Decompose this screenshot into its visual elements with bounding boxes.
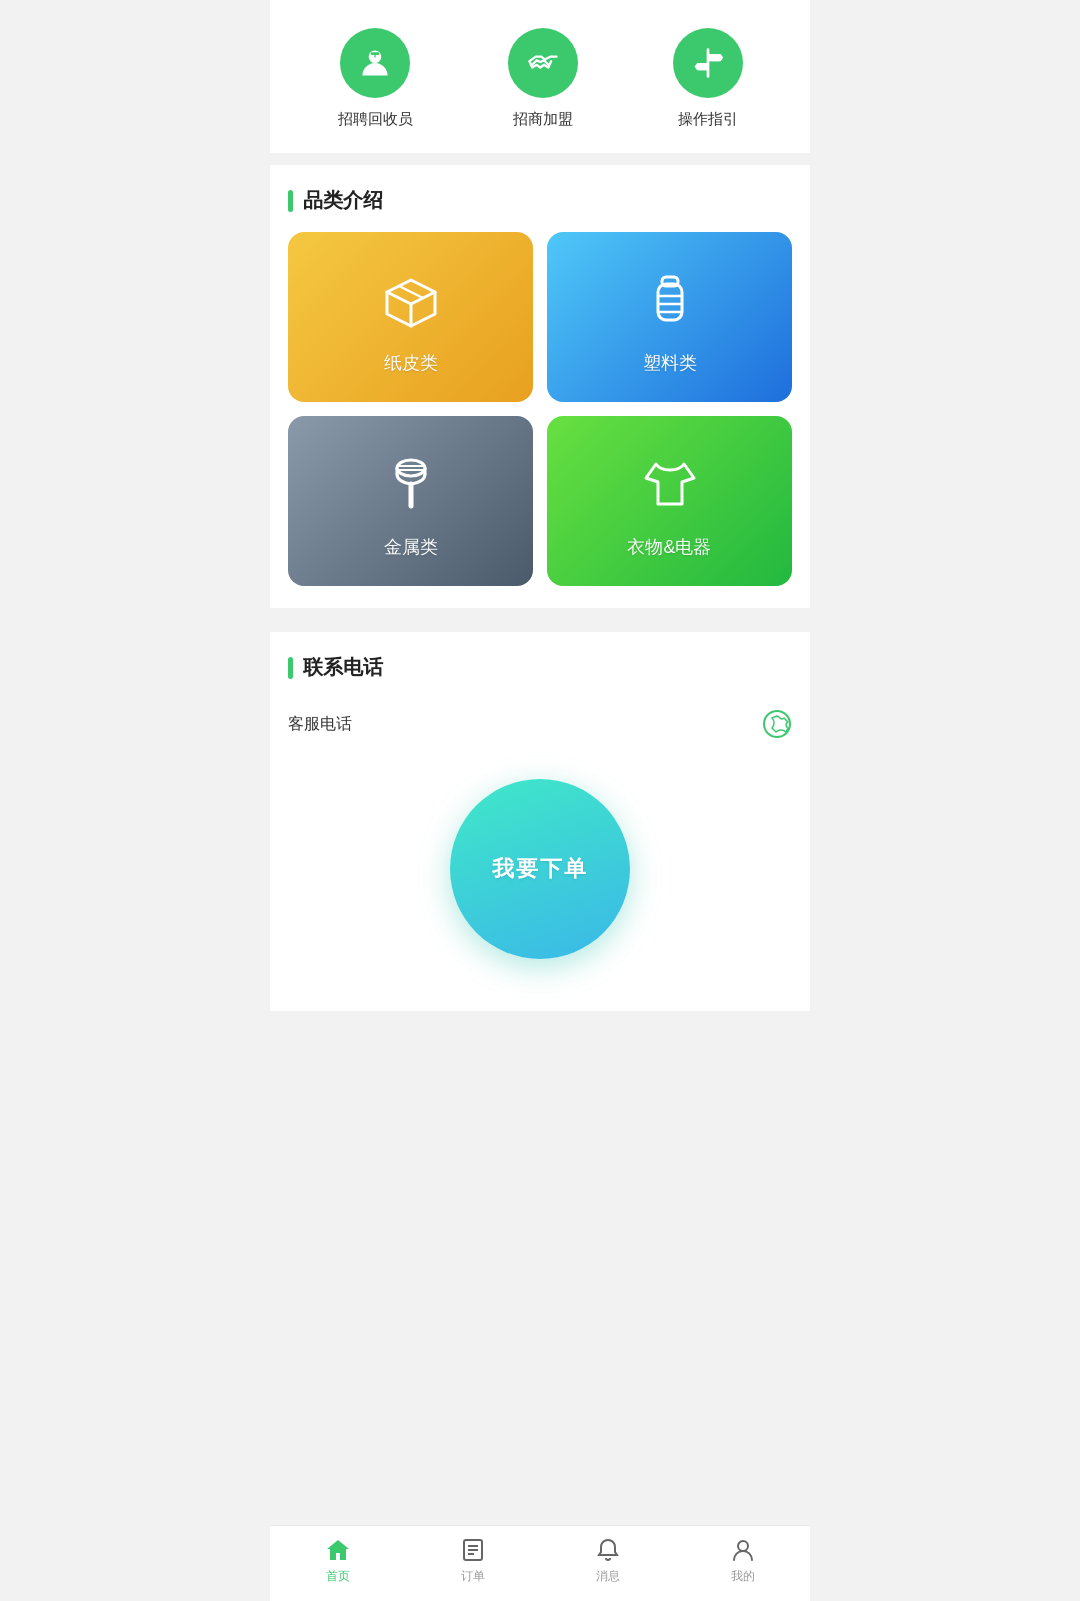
quick-action-franchise[interactable]: 招商加盟 bbox=[508, 28, 578, 129]
nav-item-home[interactable]: 首页 bbox=[270, 1536, 405, 1585]
franchise-icon-bg bbox=[508, 28, 578, 98]
phone-icon[interactable] bbox=[762, 709, 792, 739]
messages-nav-label: 消息 bbox=[596, 1568, 620, 1585]
contact-label: 客服电话 bbox=[288, 714, 352, 735]
svg-point-26 bbox=[738, 1541, 748, 1551]
svg-rect-11 bbox=[662, 277, 678, 286]
category-card-paper[interactable]: 纸皮类 bbox=[288, 232, 533, 402]
clothing-card-label: 衣物&电器 bbox=[627, 535, 711, 559]
divider-1 bbox=[270, 153, 810, 165]
guide-icon-bg bbox=[673, 28, 743, 98]
order-button-area: 我要下单 bbox=[288, 779, 792, 959]
tshirt-icon bbox=[636, 450, 704, 518]
category-section-title: 品类介绍 bbox=[288, 187, 792, 214]
orders-nav-label: 订单 bbox=[461, 1568, 485, 1585]
category-title-text: 品类介绍 bbox=[303, 187, 383, 214]
category-card-plastic[interactable]: 塑料类 bbox=[547, 232, 792, 402]
profile-icon bbox=[729, 1536, 757, 1564]
contact-section: 联系电话 客服电话 我要下单 bbox=[270, 632, 810, 1011]
metal-card-label: 金属类 bbox=[384, 535, 438, 559]
category-card-clothing[interactable]: 衣物&电器 bbox=[547, 416, 792, 586]
plastic-card-label: 塑料类 bbox=[643, 351, 697, 375]
svg-point-15 bbox=[397, 460, 425, 476]
contact-title-bar-accent bbox=[288, 657, 293, 679]
recruit-label: 招聘回收员 bbox=[338, 110, 413, 129]
quick-actions-section: 招聘回收员 招商加盟 bbox=[270, 0, 810, 153]
contact-row: 客服电话 bbox=[288, 699, 792, 749]
main-content: 招聘回收员 招商加盟 bbox=[270, 0, 810, 1091]
plastic-icon bbox=[635, 265, 705, 335]
profile-nav-label: 我的 bbox=[731, 1568, 755, 1585]
handshake-icon bbox=[525, 45, 561, 81]
metal-icon bbox=[376, 449, 446, 519]
category-grid: 纸皮类 塑料类 bbox=[288, 232, 792, 586]
orders-svg bbox=[460, 1537, 486, 1563]
order-button-label: 我要下单 bbox=[492, 854, 588, 884]
nav-item-orders[interactable]: 订单 bbox=[405, 1536, 540, 1585]
contact-section-title: 联系电话 bbox=[288, 654, 792, 681]
title-bar-accent bbox=[288, 190, 293, 212]
bell-svg bbox=[595, 1537, 621, 1563]
divider-2 bbox=[270, 608, 810, 620]
box-icon bbox=[377, 266, 445, 334]
screw-icon bbox=[377, 450, 445, 518]
quick-action-recruit[interactable]: 招聘回收员 bbox=[338, 28, 413, 129]
home-nav-label: 首页 bbox=[326, 1568, 350, 1585]
signpost-icon bbox=[690, 45, 726, 81]
home-svg bbox=[325, 1537, 351, 1563]
messages-icon bbox=[594, 1536, 622, 1564]
category-section: 品类介绍 纸皮类 bbox=[270, 165, 810, 608]
orders-icon bbox=[459, 1536, 487, 1564]
franchise-label: 招商加盟 bbox=[513, 110, 573, 129]
recruit-icon-bg bbox=[340, 28, 410, 98]
svg-marker-7 bbox=[694, 63, 708, 70]
category-card-metal[interactable]: 金属类 bbox=[288, 416, 533, 586]
clothing-icon bbox=[635, 449, 705, 519]
home-icon bbox=[324, 1536, 352, 1564]
paper-card-label: 纸皮类 bbox=[384, 351, 438, 375]
quick-action-guide[interactable]: 操作指引 bbox=[673, 28, 743, 129]
svg-marker-5 bbox=[708, 54, 723, 61]
person-svg bbox=[730, 1537, 756, 1563]
svg-rect-10 bbox=[658, 284, 682, 320]
svg-line-9 bbox=[399, 286, 423, 298]
phone-svg bbox=[763, 710, 791, 738]
nav-item-messages[interactable]: 消息 bbox=[540, 1536, 675, 1585]
guide-label: 操作指引 bbox=[678, 110, 738, 129]
svg-rect-1 bbox=[371, 52, 380, 55]
order-button[interactable]: 我要下单 bbox=[450, 779, 630, 959]
person-badge-icon bbox=[357, 45, 393, 81]
bottle-icon bbox=[636, 266, 704, 334]
contact-title-text: 联系电话 bbox=[303, 654, 383, 681]
paper-icon bbox=[376, 265, 446, 335]
nav-item-profile[interactable]: 我的 bbox=[675, 1536, 810, 1585]
bottom-nav: 首页 订单 消息 我的 bbox=[270, 1525, 810, 1601]
